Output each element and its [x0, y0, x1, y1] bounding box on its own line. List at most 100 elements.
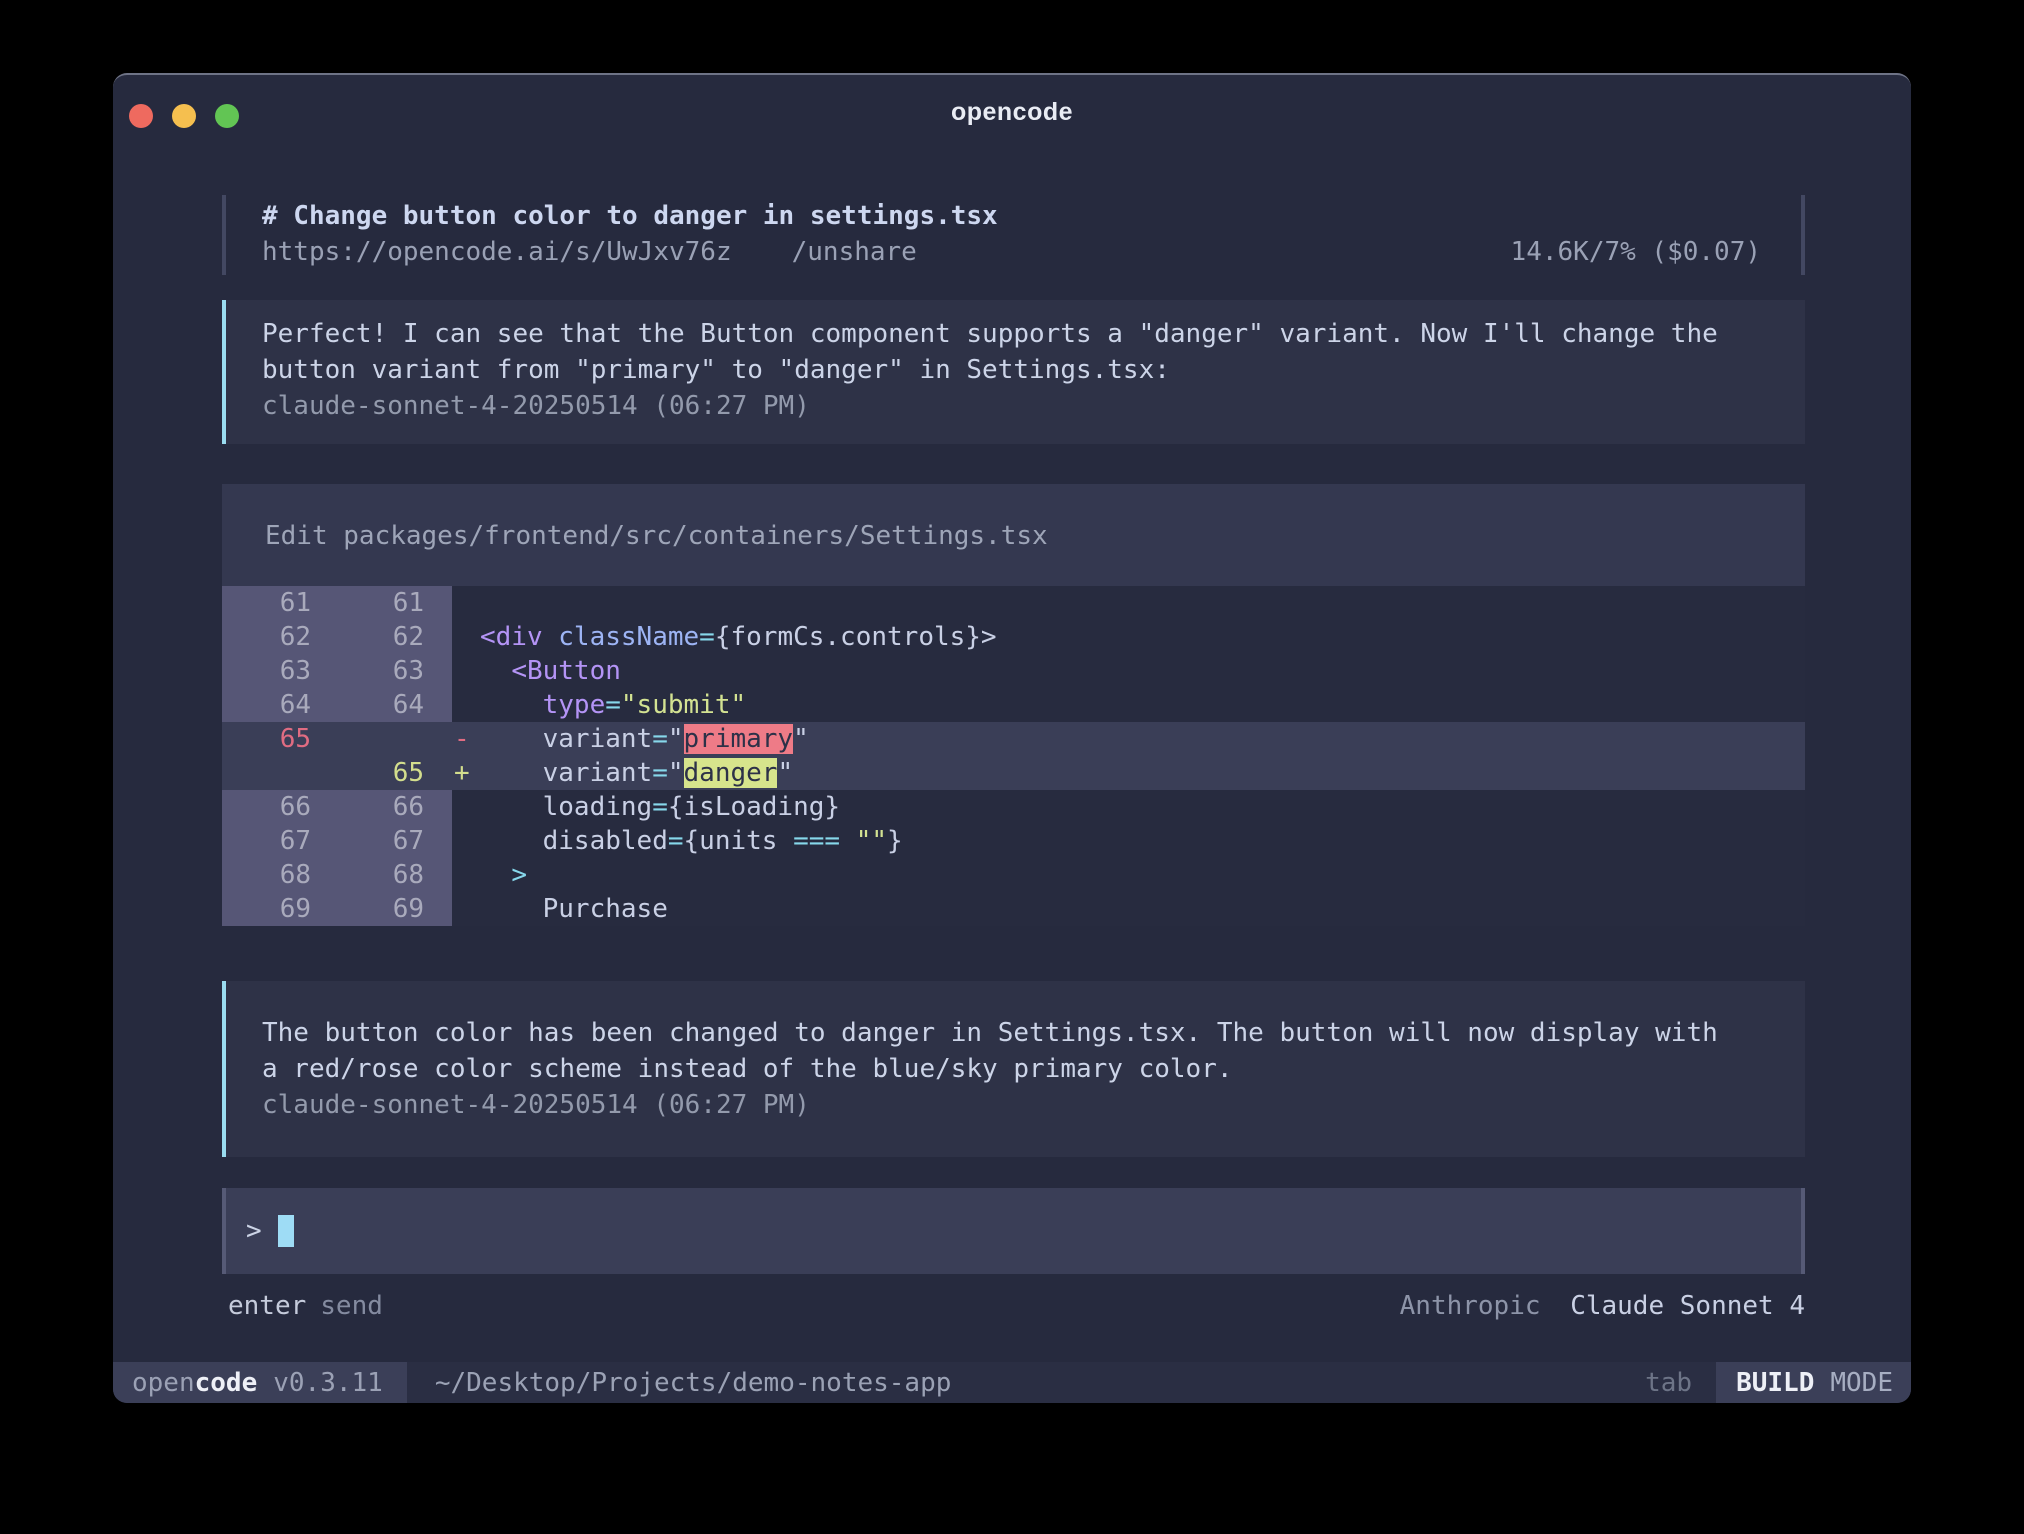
session-title: # Change button color to danger in setti… [262, 198, 1761, 234]
send-action-hint: send [320, 1288, 383, 1324]
diff-gutter: 6262 [222, 620, 452, 654]
traffic-lights [129, 104, 239, 128]
diff-row: 6363 <Button [222, 654, 1805, 688]
line-number-new: 62 [319, 620, 432, 654]
code-line: > [480, 858, 1805, 892]
line-number-old: 68 [222, 858, 319, 892]
code-line: disabled={units === ""} [480, 824, 1805, 858]
prompt-input[interactable]: > [222, 1188, 1805, 1274]
line-number-old: 67 [222, 824, 319, 858]
diff-marker: - [452, 722, 480, 756]
diff-view: 61616262 <div className={formCs.controls}… [222, 586, 1805, 926]
message-text: a red/rose color scheme instead of the b… [262, 1051, 1775, 1087]
line-number-old: 61 [222, 586, 319, 620]
diff-marker [452, 620, 480, 654]
diff-marker [452, 654, 480, 688]
app-version-badge: opencode v0.3.11 [113, 1362, 407, 1403]
line-number-new: 69 [319, 892, 432, 926]
line-number-old: 62 [222, 620, 319, 654]
message-text: Perfect! I can see that the Button compo… [262, 316, 1775, 352]
app-name-regular: open [132, 1368, 195, 1398]
composer-hint-row: enter send Anthropic Claude Sonnet 4 [222, 1288, 1805, 1324]
unshare-command: /unshare [792, 234, 917, 270]
diff-gutter: 65 [222, 756, 452, 790]
line-number-old: 63 [222, 654, 319, 688]
status-bar: opencode v0.3.11 ~/Desktop/Projects/demo… [113, 1362, 1911, 1403]
diff-marker [452, 586, 480, 620]
diff-row: 65- variant="primary" [222, 722, 1805, 756]
message-model-timestamp: claude-sonnet-4-20250514 (06:27 PM) [262, 388, 1775, 424]
opencode-window: opencode # Change button color to danger… [113, 73, 1911, 1403]
diff-gutter: 6363 [222, 654, 452, 688]
code-line: type="submit" [480, 688, 1805, 722]
diff-row: 6767 disabled={units === ""} [222, 824, 1805, 858]
diff-gutter: 6969 [222, 892, 452, 926]
mode-toggle[interactable]: BUILD MODE [1716, 1362, 1911, 1403]
assistant-message: Perfect! I can see that the Button compo… [222, 300, 1805, 444]
share-url[interactable]: https://opencode.ai/s/UwJxv76z [262, 234, 732, 270]
model-indicator: Anthropic Claude Sonnet 4 [1400, 1288, 1805, 1324]
code-line: variant="danger" [480, 756, 1805, 790]
diff-row: 6464 type="submit" [222, 688, 1805, 722]
diff-gutter: 6868 [222, 858, 452, 892]
line-number-new: 61 [319, 586, 432, 620]
prompt-chevron: > [246, 1216, 262, 1246]
tab-key-hint: tab [1645, 1368, 1716, 1398]
line-number-old [222, 756, 319, 790]
code-line: <div className={formCs.controls}> [480, 620, 1805, 654]
session-header: # Change button color to danger in setti… [222, 195, 1805, 275]
line-number-new: 67 [319, 824, 432, 858]
assistant-message: The button color has been changed to dan… [222, 981, 1805, 1157]
zoom-button[interactable] [215, 104, 239, 128]
titlebar: opencode [113, 75, 1911, 149]
minimize-button[interactable] [172, 104, 196, 128]
close-button[interactable] [129, 104, 153, 128]
line-number-old: 69 [222, 892, 319, 926]
code-line: <Button [480, 654, 1805, 688]
edit-tool-title: Edit packages/frontend/src/containers/Se… [222, 484, 1805, 554]
code-line: loading={isLoading} [480, 790, 1805, 824]
line-number-old: 64 [222, 688, 319, 722]
code-line: Purchase [480, 892, 1805, 926]
message-text: button variant from "primary" to "danger… [262, 352, 1775, 388]
diff-marker [452, 858, 480, 892]
app-version: v0.3.11 [273, 1368, 383, 1398]
enter-key-hint: enter [228, 1288, 306, 1324]
app-name-bold: code [195, 1368, 258, 1398]
line-number-new: 68 [319, 858, 432, 892]
session-meta-row: https://opencode.ai/s/UwJxv76z /unshare … [262, 234, 1761, 270]
context-usage: 14.6K/7% ($0.07) [1511, 234, 1761, 270]
diff-row: 6969 Purchase [222, 892, 1805, 926]
diff-marker [452, 824, 480, 858]
diff-row: 65 + variant="danger" [222, 756, 1805, 790]
provider-name: Anthropic [1400, 1291, 1541, 1321]
line-number-new [319, 722, 432, 756]
diff-gutter: 6464 [222, 688, 452, 722]
window-title: opencode [951, 98, 1073, 127]
line-number-new: 63 [319, 654, 432, 688]
diff-marker [452, 790, 480, 824]
diff-marker [452, 892, 480, 926]
diff-gutter: 6161 [222, 586, 452, 620]
text-cursor [278, 1215, 294, 1247]
diff-row: 6262 <div className={formCs.controls}> [222, 620, 1805, 654]
line-number-old: 66 [222, 790, 319, 824]
mode-name-rest: MODE [1830, 1368, 1893, 1398]
diff-marker [452, 688, 480, 722]
model-name: Claude Sonnet 4 [1570, 1291, 1805, 1321]
code-line [480, 586, 1805, 620]
line-number-old: 65 [222, 722, 319, 756]
working-directory: ~/Desktop/Projects/demo-notes-app [435, 1368, 952, 1398]
diff-gutter: 65 [222, 722, 452, 756]
edit-tool-card: Edit packages/frontend/src/containers/Se… [222, 484, 1805, 926]
line-number-new: 64 [319, 688, 432, 722]
diff-gutter: 6666 [222, 790, 452, 824]
message-text: The button color has been changed to dan… [262, 1015, 1775, 1051]
diff-gutter: 6767 [222, 824, 452, 858]
diff-row: 6666 loading={isLoading} [222, 790, 1805, 824]
diff-marker: + [452, 756, 480, 790]
message-model-timestamp: claude-sonnet-4-20250514 (06:27 PM) [262, 1087, 1775, 1123]
screen: opencode # Change button color to danger… [0, 0, 2024, 1534]
line-number-new: 65 [319, 756, 432, 790]
mode-name-bold: BUILD [1736, 1368, 1814, 1398]
